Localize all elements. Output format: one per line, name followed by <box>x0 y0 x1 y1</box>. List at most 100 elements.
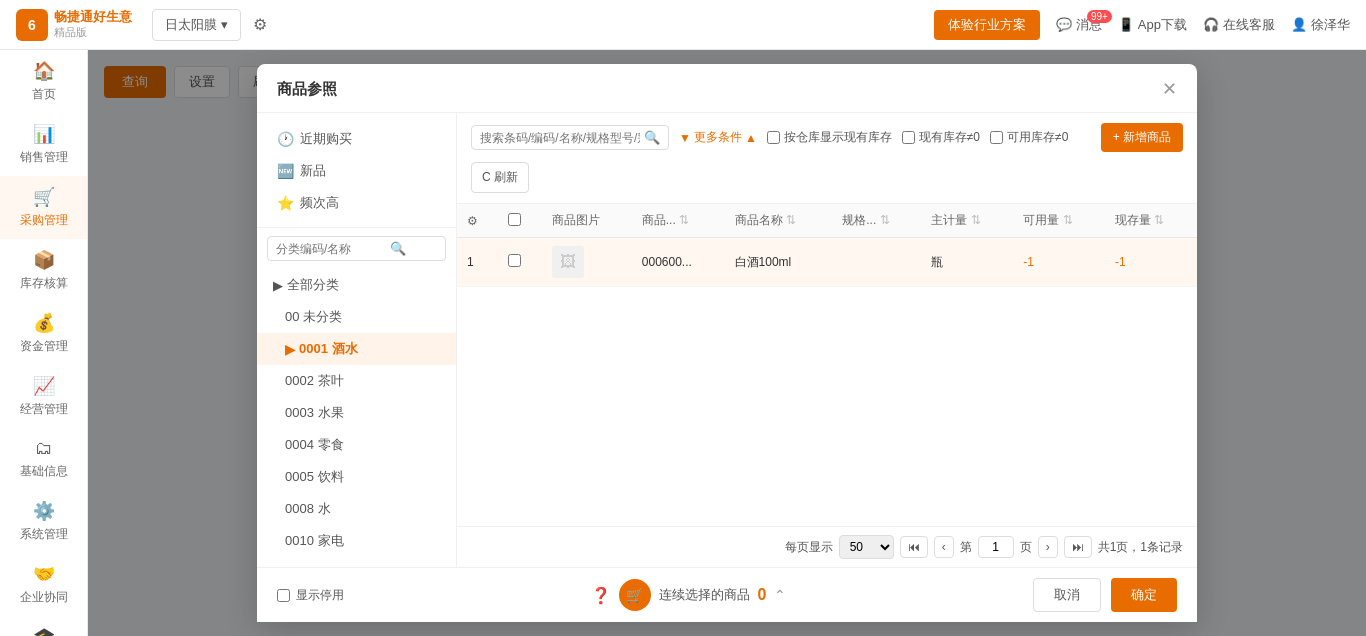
category-item-fruit[interactable]: 0003 水果 <box>257 397 456 429</box>
online-service-btn[interactable]: 🎧 在线客服 <box>1203 16 1275 34</box>
continue-select-text: 连续选择的商品 <box>659 586 750 604</box>
collapse-footer-btn[interactable]: ⌃ <box>774 587 786 603</box>
display-disabled-input[interactable] <box>277 589 290 602</box>
checkbox-available-stock[interactable]: 可用库存≠0 <box>990 129 1068 146</box>
collab-icon: 🤝 <box>33 563 55 585</box>
category-list: ▶ 全部分类 00 未分类 ▶ 0001 酒水 0002 茶 <box>257 269 456 557</box>
add-product-button[interactable]: + 新增商品 <box>1101 123 1183 152</box>
quick-item-frequent[interactable]: ⭐ 频次高 <box>267 187 446 219</box>
td-unit: 瓶 <box>921 238 1013 287</box>
sidebar-item-sales[interactable]: 📊 销售管理 <box>0 113 87 176</box>
clock-icon: 🕐 <box>277 131 294 147</box>
category-item-unclassified[interactable]: 00 未分类 <box>257 301 456 333</box>
sidebar-item-basic-info[interactable]: 🗂 基础信息 <box>0 428 87 490</box>
trial-btn[interactable]: 体验行业方案 <box>934 10 1040 40</box>
sidebar-item-finance[interactable]: 💰 资金管理 <box>0 302 87 365</box>
page-suffix: 页 <box>1020 539 1032 556</box>
quick-item-label: 新品 <box>300 162 326 180</box>
modal-close-button[interactable]: ✕ <box>1162 78 1177 100</box>
app-download-btn[interactable]: 📱 App下载 <box>1118 16 1187 34</box>
th-spec[interactable]: 规格... <box>832 204 921 238</box>
first-page-btn[interactable]: ⏮ <box>900 536 928 558</box>
next-page-btn[interactable]: › <box>1038 536 1058 558</box>
message-badge: 99+ <box>1087 10 1112 23</box>
category-label: 0002 茶叶 <box>285 372 344 390</box>
message-icon: 💬 <box>1056 17 1072 32</box>
category-item-drink[interactable]: 0005 饮料 <box>257 461 456 493</box>
last-page-btn[interactable]: ⏭ <box>1064 536 1092 558</box>
operations-icon: 📈 <box>33 375 55 397</box>
sidebar-item-operations[interactable]: 📈 经营管理 <box>0 365 87 428</box>
category-search-input[interactable] <box>276 242 386 256</box>
sidebar-item-guide[interactable]: 🎓 新手引导 <box>0 616 87 636</box>
th-unit[interactable]: 主计量 <box>921 204 1013 238</box>
store-selector[interactable]: 日太阳膜 ▾ <box>152 9 241 41</box>
prev-page-btn[interactable]: ‹ <box>934 536 954 558</box>
td-available: -1 <box>1013 238 1105 287</box>
store-label: 日太阳膜 <box>165 16 217 34</box>
sidebar-item-system[interactable]: ⚙️ 系统管理 <box>0 490 87 553</box>
th-name[interactable]: 商品名称 <box>725 204 833 238</box>
star-icon: ⭐ <box>277 195 294 211</box>
modal-footer: 显示停用 ❓ 🛒 连续选择的商品 0 ⌃ 取消 确定 <box>257 567 1197 622</box>
user-area[interactable]: 👤 徐泽华 <box>1291 16 1350 34</box>
checkbox-nonzero-stock[interactable]: 现有库存≠0 <box>902 129 980 146</box>
system-icon: ⚙️ <box>33 500 55 522</box>
checkbox-warehouse-stock[interactable]: 按仓库显示现有库存 <box>767 129 892 146</box>
confirm-button[interactable]: 确定 <box>1111 578 1177 612</box>
th-settings[interactable]: ⚙ <box>457 204 498 238</box>
th-code[interactable]: 商品... <box>632 204 725 238</box>
category-label: 0003 水果 <box>285 404 344 422</box>
table-row[interactable]: 1 🖼 000600... 白酒100ml 瓶 <box>457 238 1197 287</box>
gear-icon: ⚙ <box>253 16 267 33</box>
app-label: App下载 <box>1138 16 1187 34</box>
logo-text: 畅捷通好生意 <box>54 9 132 25</box>
th-available[interactable]: 可用量 <box>1013 204 1105 238</box>
row-checkbox[interactable] <box>508 254 521 267</box>
sidebar-item-label: 基础信息 <box>20 463 68 480</box>
basic-info-icon: 🗂 <box>35 438 53 459</box>
search-icon: 🔍 <box>390 241 406 256</box>
nav-actions: 体验行业方案 💬 消息 99+ 📱 App下载 🎧 在线客服 👤 徐泽华 <box>934 10 1350 40</box>
cart-icon[interactable]: 🛒 <box>619 579 651 611</box>
select-all-checkbox[interactable] <box>508 213 521 226</box>
arrow-icon: ▶ <box>273 278 283 293</box>
category-item-water[interactable]: 0008 水 <box>257 493 456 525</box>
category-item-snack[interactable]: 0004 零食 <box>257 429 456 461</box>
product-search-input[interactable] <box>480 131 640 145</box>
category-label: 0008 水 <box>285 500 331 518</box>
page-label: 第 <box>960 539 972 556</box>
sidebar-item-collab[interactable]: 🤝 企业协同 <box>0 553 87 616</box>
category-item-all[interactable]: ▶ 全部分类 <box>257 269 456 301</box>
cancel-button[interactable]: 取消 <box>1033 578 1101 612</box>
td-spec <box>832 238 921 287</box>
sidebar-item-purchase[interactable]: 🛒 采购管理 <box>0 176 87 239</box>
product-reference-modal: 商品参照 ✕ 🕐 近期购买 🆕 <box>257 64 1197 622</box>
page-number-input[interactable] <box>978 536 1014 558</box>
checkbox-nonzero-stock-input[interactable] <box>902 131 915 144</box>
search-icon: 🔍 <box>644 130 660 145</box>
th-stock[interactable]: 现存量 <box>1105 204 1197 238</box>
sidebar-item-home[interactable]: 🏠 首页 <box>0 50 87 113</box>
quick-item-recent[interactable]: 🕐 近期购买 <box>267 123 446 155</box>
more-filter-btn[interactable]: ▼ 更多条件 ▲ <box>679 129 757 146</box>
category-item-tea[interactable]: 0002 茶叶 <box>257 365 456 397</box>
sidebar-item-label: 系统管理 <box>20 526 68 543</box>
service-label: 在线客服 <box>1223 16 1275 34</box>
quick-item-new[interactable]: 🆕 新品 <box>267 155 446 187</box>
page-size-select[interactable]: 20 50 100 200 <box>839 535 894 559</box>
category-label: 0010 家电 <box>285 532 344 550</box>
checkbox-available-stock-input[interactable] <box>990 131 1003 144</box>
gear-btn[interactable]: ⚙ <box>253 15 267 34</box>
filter-icon: ▼ <box>679 131 691 145</box>
sidebar-item-label: 经营管理 <box>20 401 68 418</box>
category-item-alcohol[interactable]: ▶ 0001 酒水 <box>257 333 456 365</box>
refresh-product-button[interactable]: C 刷新 <box>471 162 529 193</box>
message-btn[interactable]: 💬 消息 99+ <box>1056 16 1102 34</box>
logo-area: 6 畅捷通好生意 精品版 <box>16 9 132 41</box>
checkbox-warehouse-stock-input[interactable] <box>767 131 780 144</box>
main-area: 查询 设置 刷新 商品参照 ✕ 🕐 <box>88 50 1366 636</box>
category-item-appliance[interactable]: 0010 家电 <box>257 525 456 557</box>
display-disabled-checkbox[interactable]: 显示停用 <box>277 587 344 604</box>
sidebar-item-inventory[interactable]: 📦 库存核算 <box>0 239 87 302</box>
